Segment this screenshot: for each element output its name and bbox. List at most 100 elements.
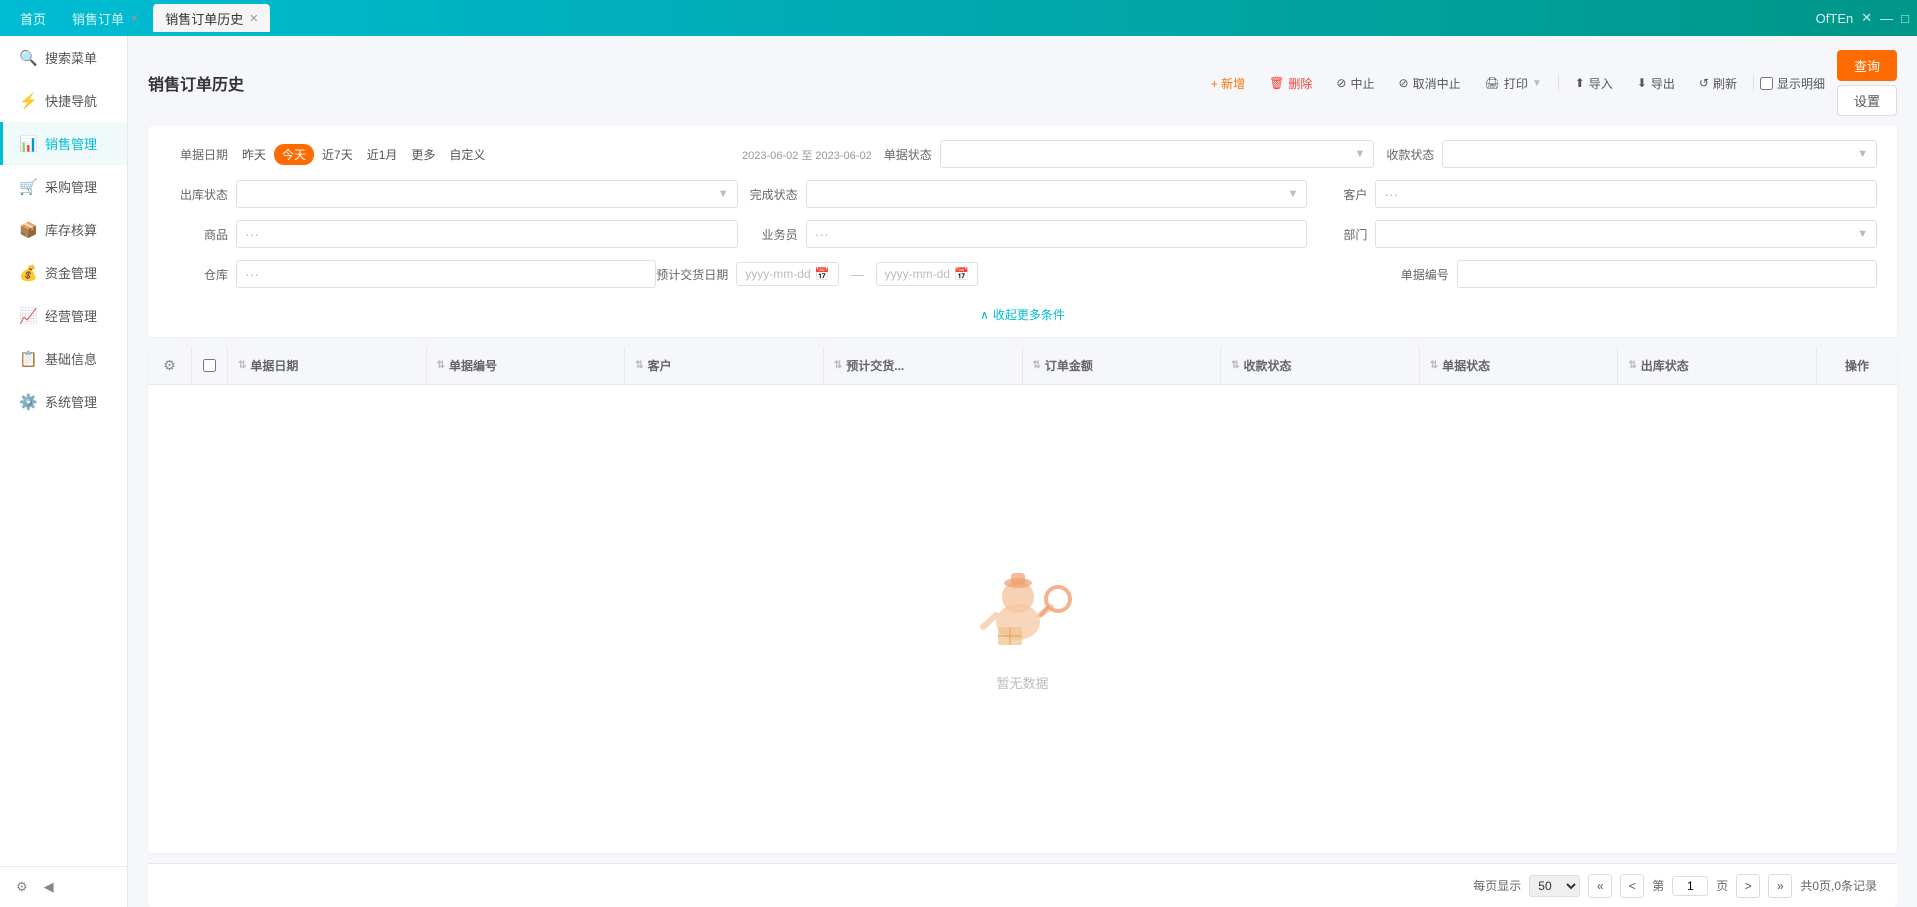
delivery-date-start[interactable]: yyyy-mm-dd 📅 (736, 262, 838, 286)
sidebar-item-purchase[interactable]: 🛒 采购管理 (0, 165, 127, 208)
topbar-maximize-icon[interactable]: □ (1901, 11, 1909, 26)
new-label: + 新增 (1211, 75, 1245, 92)
search-menu-label: 搜索菜单 (45, 48, 97, 67)
topbar-minimize-icon[interactable]: — (1880, 11, 1893, 26)
per-page-select[interactable]: 50 20 100 (1529, 875, 1580, 897)
refresh-icon: ↺ (1699, 76, 1709, 90)
sidebar-item-quick-nav[interactable]: ⚡ 快捷导航 (0, 79, 127, 122)
tab-home[interactable]: 首页 (8, 4, 58, 32)
current-page-input[interactable] (1672, 876, 1708, 896)
sidebar-item-base-info[interactable]: 📋 基础信息 (0, 337, 127, 380)
sidebar-item-search-menu[interactable]: 🔍 搜索菜单 (0, 36, 127, 79)
sort-icon-payment[interactable]: ⇅ (1231, 360, 1239, 371)
export-icon: ⬇ (1637, 76, 1647, 90)
new-button[interactable]: + 新增 (1201, 70, 1255, 97)
date-tab-7days[interactable]: 近7天 (316, 144, 359, 165)
last-page-button[interactable]: » (1768, 874, 1792, 898)
export-button[interactable]: ⬇ 导出 (1627, 70, 1685, 97)
th-check[interactable] (192, 347, 228, 384)
sort-icon-delivery[interactable]: ⇅ (834, 360, 842, 371)
product-input[interactable]: ··· (236, 220, 738, 248)
quick-nav-label: 快捷导航 (45, 91, 97, 110)
sidebar-item-system[interactable]: ⚙️ 系统管理 (0, 380, 127, 423)
salesperson-more-icon[interactable]: ··· (815, 226, 829, 242)
warehouse-input[interactable]: ··· (236, 260, 656, 288)
date-tab-1month[interactable]: 近1月 (361, 144, 404, 165)
complete-status-label: 完成状态 (738, 186, 798, 203)
sidebar-item-inventory[interactable]: 📦 库存核算 (0, 208, 127, 251)
date-tab-yesterday[interactable]: 昨天 (236, 144, 272, 165)
complete-status-dropdown-icon: ▼ (1287, 188, 1298, 200)
import-button[interactable]: ⬆ 导入 (1565, 70, 1623, 97)
product-more-icon[interactable]: ··· (245, 226, 259, 242)
select-all-checkbox[interactable] (203, 359, 216, 372)
stop-button[interactable]: ⊘ 中止 (1326, 70, 1384, 97)
finance-label: 资金管理 (45, 263, 97, 282)
sales-order-close-icon[interactable]: ✕ (130, 12, 139, 25)
date-range-text: 2023-06-02 至 2023-06-02 (742, 147, 872, 163)
department-select[interactable]: ▼ (1375, 220, 1877, 248)
sales-order-history-close-icon[interactable]: ✕ (249, 12, 258, 25)
prev-page-icon: < (1629, 879, 1636, 893)
th-settings[interactable]: ⚙ (148, 347, 192, 384)
sidebar-item-sales[interactable]: 📊 销售管理 (0, 122, 127, 165)
delete-button[interactable]: 🗑 🗑 删除 删除 (1259, 70, 1322, 97)
tab-sales-order[interactable]: 销售订单 ✕ (60, 4, 151, 32)
date-filter-label: 单据日期 (168, 146, 228, 163)
th-doc-status: ⇅ 单据状态 (1420, 347, 1619, 384)
sort-icon-number[interactable]: ⇅ (437, 360, 445, 371)
delete-icon: 🗑 (1269, 76, 1284, 90)
query-label: 查询 (1854, 59, 1880, 74)
customer-more-icon[interactable]: ··· (1384, 186, 1398, 202)
salesperson-input[interactable]: ··· (806, 220, 1308, 248)
sort-icon-date[interactable]: ⇅ (238, 360, 246, 371)
delivery-status-select[interactable]: ▼ (236, 180, 738, 208)
sidebar-item-finance[interactable]: 💰 资金管理 (0, 251, 127, 294)
refresh-button[interactable]: ↺ 刷新 (1689, 70, 1747, 97)
page-unit: 页 (1716, 877, 1728, 894)
sort-icon-out-status[interactable]: ⇅ (1628, 360, 1636, 371)
cancel-stop-button[interactable]: ⊘ 取消中止 (1389, 70, 1471, 97)
date-tab-today[interactable]: 今天 (274, 144, 314, 165)
filter-department: 部门 ▼ (1307, 220, 1877, 248)
query-button[interactable]: 查询 (1837, 50, 1897, 81)
delivery-date-end[interactable]: yyyy-mm-dd 📅 (876, 262, 978, 286)
sort-icon-doc-status[interactable]: ⇅ (1430, 360, 1438, 371)
sidebar-item-operations[interactable]: 📈 经营管理 (0, 294, 127, 337)
sales-icon: 📊 (19, 135, 37, 153)
payment-status-select[interactable]: ▼ (1442, 140, 1877, 168)
prev-page-button[interactable]: < (1620, 874, 1644, 898)
warehouse-more-icon[interactable]: ··· (245, 266, 259, 282)
print-button[interactable]: 🖨 打印 ▼ (1475, 70, 1552, 97)
purchase-icon: 🛒 (19, 178, 37, 196)
sort-icon-amount[interactable]: ⇅ (1033, 360, 1041, 371)
often-label: OfTEn (1816, 11, 1854, 26)
next-page-button[interactable]: > (1736, 874, 1760, 898)
complete-status-select[interactable]: ▼ (806, 180, 1308, 208)
order-number-input[interactable] (1457, 260, 1877, 288)
footer: 每页显示 50 20 100 « < 第 页 > (148, 863, 1897, 907)
date-tab-custom[interactable]: 自定义 (443, 144, 491, 165)
show-details-checkbox-label[interactable]: 显示明细 (1760, 75, 1825, 92)
delivery-date-end-placeholder: yyyy-mm-dd (885, 267, 950, 281)
doc-status-label: 单据状态 (872, 146, 932, 163)
sort-icon-customer[interactable]: ⇅ (635, 360, 643, 371)
topbar-close-icon[interactable]: ✕ (1861, 10, 1872, 26)
first-page-button[interactable]: « (1588, 874, 1612, 898)
show-details-checkbox[interactable] (1760, 77, 1773, 90)
tab-sales-order-history[interactable]: 销售订单历史 ✕ (153, 4, 270, 32)
toolbar: + 新增 🗑 🗑 删除 删除 ⊘ 中止 ⊘ 取消中止 🖨 打印 (1201, 50, 1897, 116)
date-tab-more[interactable]: 更多 (405, 144, 441, 165)
table-settings-icon[interactable]: ⚙ (163, 357, 176, 374)
sidebar-collapse-icon[interactable]: ◀ (44, 879, 54, 895)
settings-button[interactable]: 设置 (1837, 85, 1897, 116)
doc-status-select[interactable]: ▼ (940, 140, 1375, 168)
collapse-bar[interactable]: ∧ 收起更多条件 (168, 300, 1877, 323)
customer-input[interactable]: ··· (1375, 180, 1877, 208)
col-date-label: 单据日期 (250, 357, 298, 374)
sidebar-settings-icon[interactable]: ⚙ (16, 879, 28, 895)
delivery-status-label: 出库状态 (168, 186, 228, 203)
col-doc-status-label: 单据状态 (1442, 357, 1490, 374)
page-label: 第 (1652, 877, 1664, 894)
department-label: 部门 (1307, 226, 1367, 243)
